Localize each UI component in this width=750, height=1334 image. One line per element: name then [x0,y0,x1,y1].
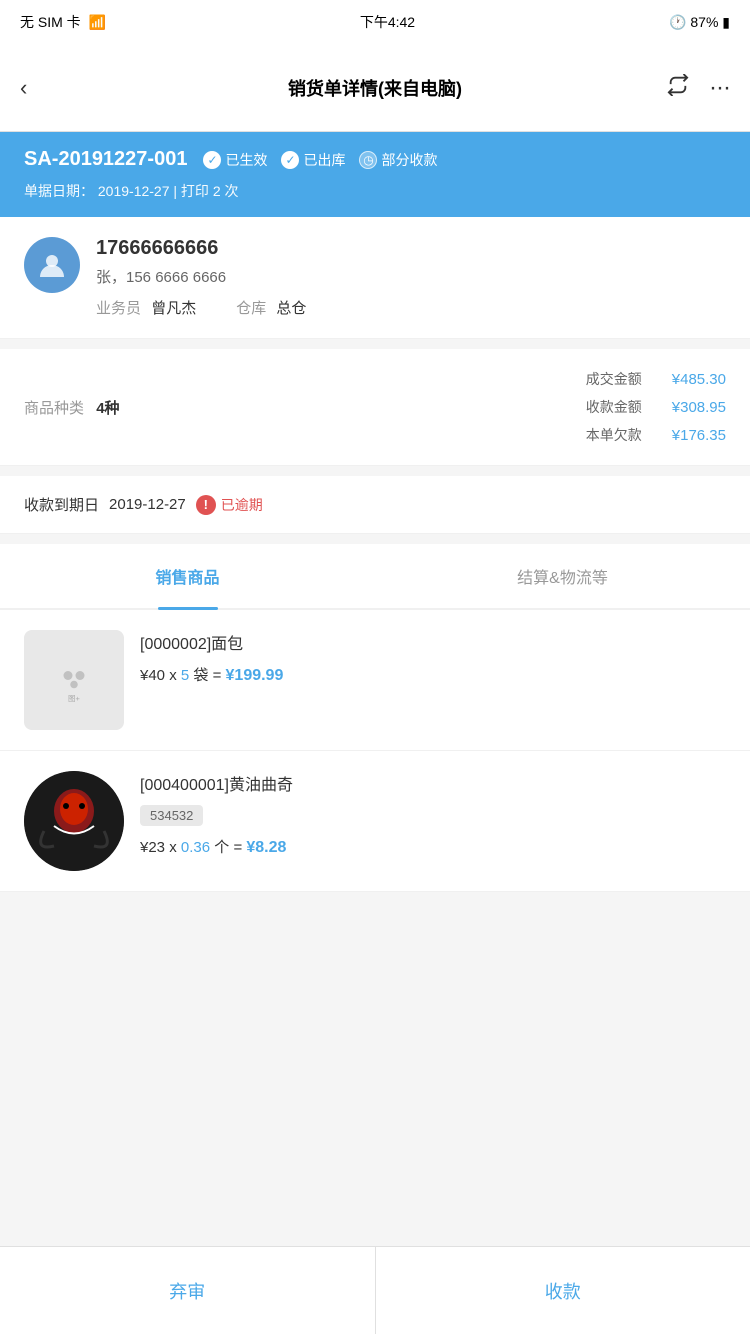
product-price-2: ¥23 x 0.36 个 = ¥8.28 [140,836,726,857]
badge-partial: ◷ 部分收款 [359,150,437,170]
sales-info: 业务员 曾凡杰 [96,297,196,318]
badge-active: ✓ 已生效 [203,150,267,170]
customer-meta: 业务员 曾凡杰 仓库 总仓 [96,297,726,318]
check-icon: ✓ [203,151,221,169]
product-item: 图+ [0000002]面包 ¥40 x 5 袋 = ¥199.99 [0,610,750,751]
status-time: 下午4:42 [360,12,415,32]
nav-actions: ··· [667,74,730,102]
product-item-2: [000400001]黄油曲奇 534532 ¥23 x 0.36 个 = ¥8… [0,751,750,892]
customer-name: 张，156 6666 6666 [96,266,726,287]
products-section: 图+ [0000002]面包 ¥40 x 5 袋 = ¥199.99 [0,610,750,892]
nav-bar: ‹ 销货单详情(来自电脑) ··· [0,44,750,132]
summary-section: 商品种类 4种 成交金额 ¥485.30 收款金额 ¥308.95 本单欠款 ¥… [0,349,750,466]
product-name-1: [0000002]面包 [140,630,726,654]
product-thumbnail-1: 图+ [24,630,124,730]
status-left: 无 SIM 卡 📶 [20,12,106,32]
tab-settlement[interactable]: 结算&物流等 [375,544,750,608]
status-bar: 无 SIM 卡 📶 下午4:42 🕐 87% ▮ [0,0,750,44]
svg-text:图+: 图+ [68,694,80,703]
product-price-1: ¥40 x 5 袋 = ¥199.99 [140,664,726,685]
order-id: SA-20191227-001 [24,148,187,171]
status-right: 🕐 87% ▮ [669,14,730,31]
warehouse-info: 仓库 总仓 [236,297,306,318]
bottom-bar: 弃审 收款 [0,1246,750,1334]
summary-row-amount: 成交金额 ¥485.30 [586,369,726,389]
product-thumbnail-2 [24,771,124,871]
collect-payment-button[interactable]: 收款 [376,1247,750,1334]
customer-section: 17666666666 张，156 6666 6666 业务员 曾凡杰 仓库 总… [0,217,750,339]
cancel-review-button[interactable]: 弃审 [0,1247,376,1334]
divider-3 [0,534,750,544]
badge-shipped: ✓ 已出库 [281,150,345,170]
more-icon[interactable]: ··· [709,74,730,102]
summary-left: 商品种类 4种 [24,397,120,418]
avatar [24,237,80,293]
bottom-spacer [0,892,750,980]
customer-info: 17666666666 张，156 6666 6666 业务员 曾凡杰 仓库 总… [96,237,726,318]
product-name-2: [000400001]黄油曲奇 [140,771,726,795]
divider-1 [0,339,750,349]
summary-right: 成交金额 ¥485.30 收款金额 ¥308.95 本单欠款 ¥176.35 [586,369,726,445]
product-details-2: [000400001]黄油曲奇 534532 ¥23 x 0.36 个 = ¥8… [140,771,726,857]
product-details-1: [0000002]面包 ¥40 x 5 袋 = ¥199.99 [140,630,726,685]
overdue-badge: ! 已逾期 [196,495,263,515]
product-sku-2: 534532 [140,805,203,826]
customer-phone: 17666666666 [96,237,726,260]
clock-icon: ◷ [359,151,377,169]
divider-2 [0,466,750,476]
status-badges: ✓ 已生效 ✓ 已出库 ◷ 部分收款 [203,150,437,170]
share-icon[interactable] [667,74,689,102]
summary-row-debt: 本单欠款 ¥176.35 [586,425,726,445]
summary-row-received: 收款金额 ¥308.95 [586,397,726,417]
header-banner: SA-20191227-001 ✓ 已生效 ✓ 已出库 ◷ 部分收款 单据日期：… [0,132,750,217]
tabs-section: 销售商品 结算&物流等 [0,544,750,610]
tab-products[interactable]: 销售商品 [0,544,375,608]
battery-icon: 🕐 87% ▮ [669,14,730,31]
header-bottom: 单据日期： 2019-12-27 | 打印 2 次 [24,181,726,201]
due-section: 收款到期日 2019-12-27 ! 已逾期 [0,476,750,534]
check-icon-2: ✓ [281,151,299,169]
page-title: 销货单详情(来自电脑) [288,75,462,101]
overdue-icon: ! [196,495,216,515]
back-button[interactable]: ‹ [10,65,37,111]
header-top: SA-20191227-001 ✓ 已生效 ✓ 已出库 ◷ 部分收款 [24,148,726,171]
